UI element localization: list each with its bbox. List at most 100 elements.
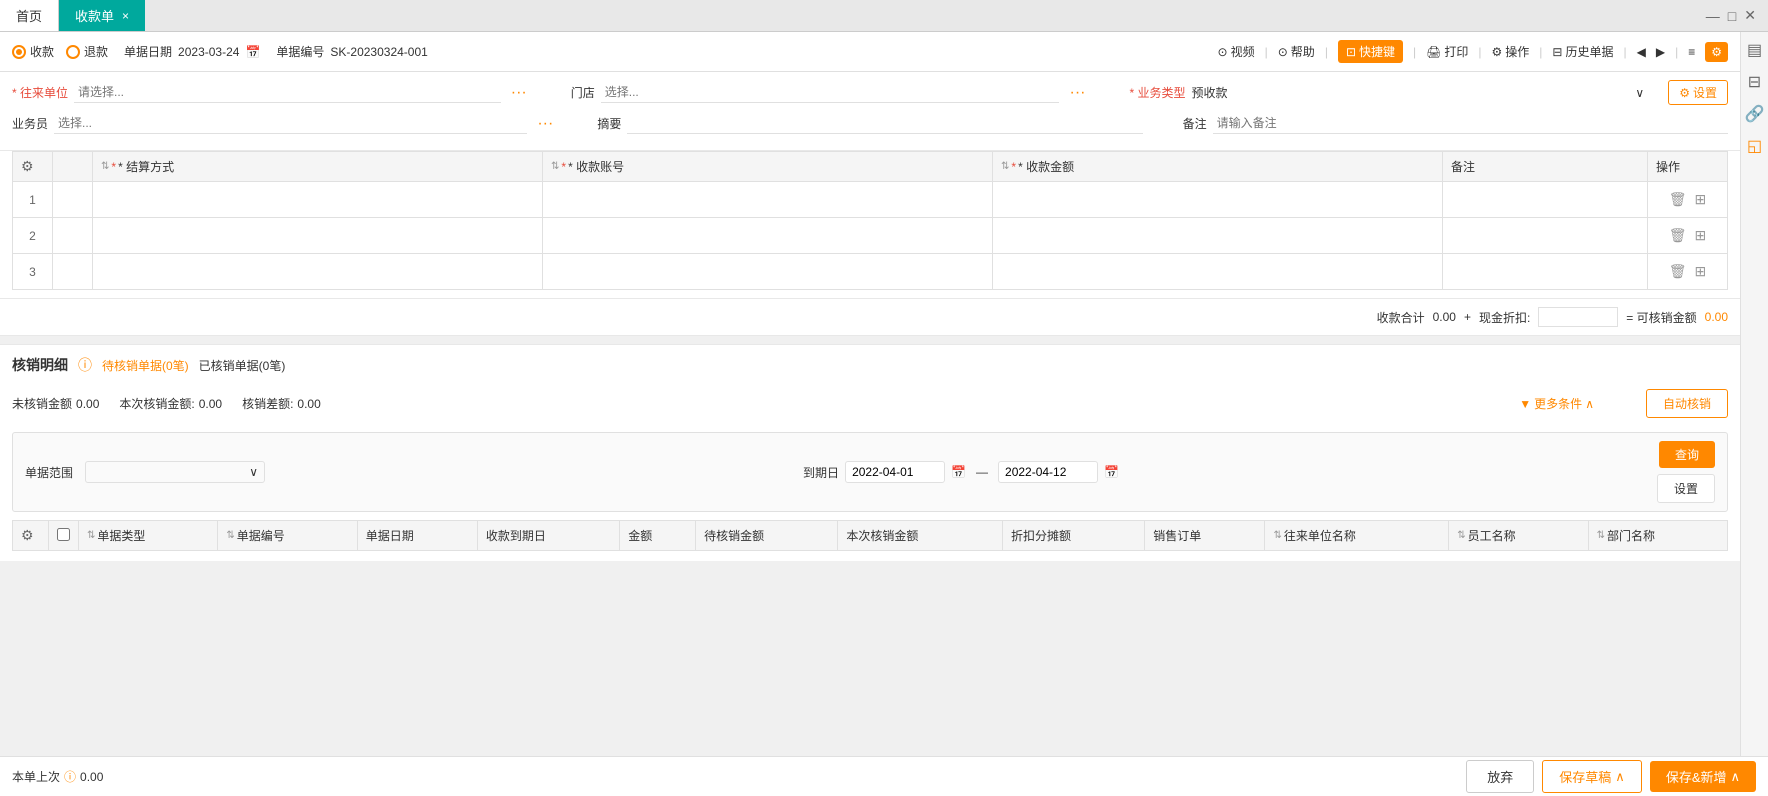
layout-icon: ≡: [1688, 45, 1695, 59]
sidebar-icon-2[interactable]: ⊟: [1748, 72, 1761, 92]
th-account: ⇅ * * 收款账号: [543, 152, 993, 182]
counterpart-input[interactable]: [74, 82, 501, 103]
delete-icon-2[interactable]: 🗑: [1669, 227, 1687, 244]
row-payment-1[interactable]: [93, 182, 543, 218]
business-type-value: 预收款: [1191, 84, 1227, 101]
from-date-picker-icon[interactable]: 📅: [951, 465, 966, 479]
row-amount-3[interactable]: [993, 254, 1443, 290]
result-value: 0.00: [1705, 310, 1728, 324]
sort-icon-amount[interactable]: ⇅: [1001, 161, 1009, 172]
diff-value: 0.00: [297, 397, 320, 411]
nav-next[interactable]: ▶: [1656, 45, 1665, 59]
abandon-button[interactable]: 放弃: [1466, 760, 1534, 793]
delete-icon-1[interactable]: 🗑: [1669, 191, 1687, 208]
delete-icon-3[interactable]: 🗑: [1669, 263, 1687, 280]
to-date-picker-icon[interactable]: 📅: [1104, 465, 1119, 479]
main-table-container: ⚙ ⇅ * * 结算方式 ⇅ * * 收款账: [0, 151, 1740, 299]
history-action[interactable]: ⊟ 历史单据: [1552, 43, 1613, 60]
reconcile-settings-button[interactable]: 设置: [1657, 474, 1715, 503]
tab-home[interactable]: 首页: [0, 0, 59, 31]
table-settings-icon[interactable]: ⚙: [21, 158, 34, 174]
counterpart-more-icon[interactable]: ···: [507, 84, 531, 102]
discount-input[interactable]: [1538, 307, 1618, 327]
save-new-button[interactable]: 保存&新增 ∧: [1650, 761, 1756, 792]
reconcile-table: ⚙ ⇅ 单据类型 ⇅ 单据编号: [12, 520, 1728, 551]
row-account-3[interactable]: [543, 254, 993, 290]
row-account-1[interactable]: [543, 182, 993, 218]
bth-settings[interactable]: ⚙: [13, 521, 49, 551]
due-date-to-input[interactable]: [998, 461, 1098, 483]
row-remark-1[interactable]: [1443, 182, 1648, 218]
save-new-label: 保存&新增: [1666, 767, 1727, 786]
salesman-input[interactable]: [54, 113, 527, 134]
more-conditions-btn[interactable]: ▼ 更多条件 ∧: [1519, 395, 1594, 412]
radio-refund-dot: [66, 45, 80, 59]
th-settings[interactable]: ⚙: [13, 152, 53, 182]
receipt-table: ⚙ ⇅ * * 结算方式 ⇅ * * 收款账: [12, 151, 1728, 290]
filter-action-group: 查询 设置: [1657, 441, 1715, 503]
business-type-dropdown[interactable]: ∨: [1631, 86, 1648, 100]
settings-action[interactable]: ⚙: [1705, 42, 1728, 62]
current-amount: 本次核销金额: 0.00: [119, 395, 222, 412]
print-action[interactable]: 🖨 打印: [1426, 43, 1468, 60]
row-payment-2[interactable]: [93, 218, 543, 254]
sort-icon-account[interactable]: ⇅: [551, 161, 559, 172]
copy-icon-2[interactable]: ⊞: [1695, 227, 1707, 244]
operations-action[interactable]: ⚙ 操作: [1492, 43, 1530, 60]
form-settings-button[interactable]: ⚙ 设置: [1668, 80, 1728, 105]
select-all-checkbox[interactable]: [57, 528, 70, 541]
nav-prev[interactable]: ◀: [1637, 45, 1646, 59]
minimize-button[interactable]: —: [1706, 8, 1720, 24]
store-more-icon[interactable]: ···: [1065, 84, 1089, 102]
action-icons-1: 🗑 ⊞: [1656, 191, 1719, 208]
sidebar-icon-4[interactable]: ◱: [1747, 136, 1762, 156]
tab-receipt[interactable]: 收款单 ×: [59, 0, 145, 31]
status-bar-spacer: [0, 561, 1740, 611]
summary-input[interactable]: [627, 113, 1142, 134]
maximize-button[interactable]: □: [1728, 8, 1736, 24]
bottom-table-settings-icon[interactable]: ⚙: [21, 527, 34, 543]
diff-label: 核销差额:: [242, 395, 293, 412]
tab-close-icon[interactable]: ×: [122, 9, 129, 23]
plus-sign: +: [1464, 310, 1471, 324]
store-input[interactable]: [601, 82, 1060, 103]
sidebar-icon-1[interactable]: ▤: [1747, 40, 1762, 60]
salesman-more-icon[interactable]: ···: [533, 115, 557, 133]
remark-input[interactable]: [1213, 113, 1728, 134]
row-remark-2[interactable]: [1443, 218, 1648, 254]
done-tag[interactable]: 已核销单据(0笔): [199, 357, 286, 374]
range-select[interactable]: ∨: [85, 461, 265, 483]
query-button[interactable]: 查询: [1659, 441, 1715, 468]
sidebar-icon-3[interactable]: 🔗: [1745, 104, 1765, 124]
shortcut-action[interactable]: ⊡ 快捷键: [1338, 40, 1403, 63]
sort-icon-payment[interactable]: ⇅: [101, 161, 109, 172]
row-remark-3[interactable]: [1443, 254, 1648, 290]
radio-refund[interactable]: 退款: [66, 43, 108, 60]
due-date-from-input[interactable]: [845, 461, 945, 483]
video-action[interactable]: ⊙ 视频: [1218, 43, 1255, 60]
help-action[interactable]: ⊙ 帮助: [1278, 43, 1315, 60]
radio-receive[interactable]: 收款: [12, 43, 54, 60]
row-amount-2[interactable]: [993, 218, 1443, 254]
th-action: 操作: [1648, 152, 1728, 182]
th-remark: 备注: [1443, 152, 1648, 182]
save-new-arrow: ∧: [1730, 769, 1740, 785]
due-date-label: 到期日: [803, 464, 839, 481]
copy-icon-1[interactable]: ⊞: [1695, 191, 1707, 208]
row-action-2: 🗑 ⊞: [1648, 218, 1728, 254]
row-amount-1[interactable]: [993, 182, 1443, 218]
row-payment-3[interactable]: [93, 254, 543, 290]
divider5: |: [1539, 45, 1542, 59]
th-payment-method: ⇅ * * 结算方式: [93, 152, 543, 182]
save-draft-button[interactable]: 保存草稿 ∧: [1542, 760, 1642, 793]
pending-tag[interactable]: 待核销单据(0笔): [102, 357, 189, 374]
receipt-type-radio-group: 收款 退款: [12, 43, 108, 60]
row-account-2[interactable]: [543, 218, 993, 254]
date-picker-icon[interactable]: 📅: [245, 45, 260, 59]
layout-action[interactable]: ≡: [1688, 45, 1695, 59]
auto-reconcile-button[interactable]: 自动核销: [1646, 389, 1728, 418]
bth-checkbox[interactable]: [49, 521, 79, 551]
copy-icon-3[interactable]: ⊞: [1695, 263, 1707, 280]
counterpart-field: * 往来单位 ···: [12, 82, 531, 103]
close-button[interactable]: ✕: [1744, 7, 1756, 24]
